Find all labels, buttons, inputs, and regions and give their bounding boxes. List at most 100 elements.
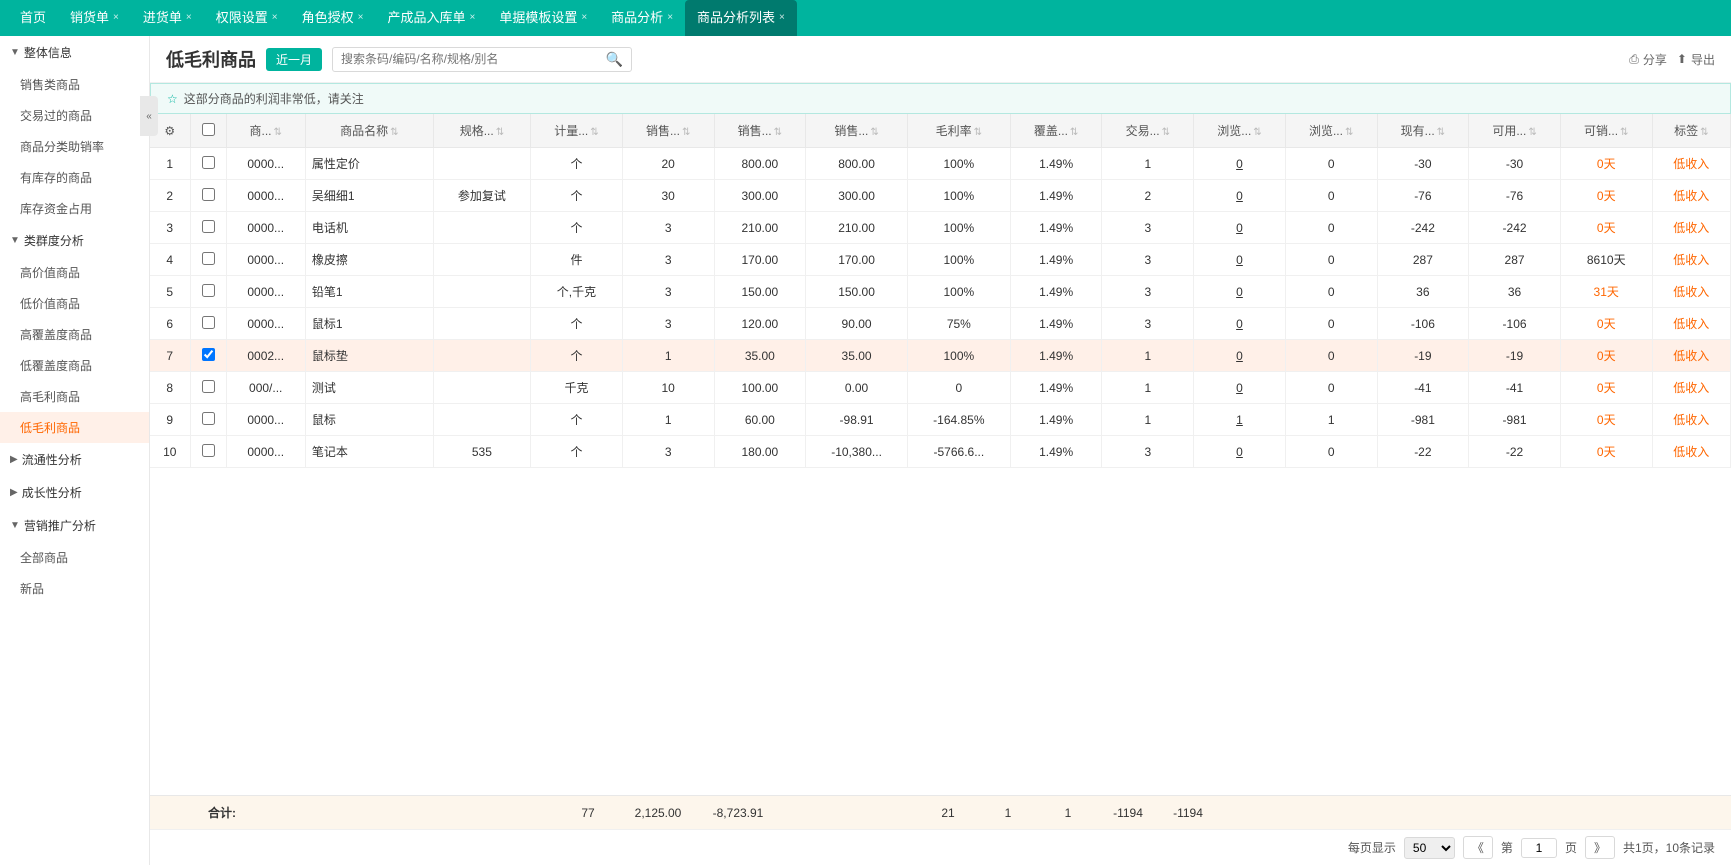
th-spec[interactable]: 规格...⇅ [433,114,530,148]
td-view1[interactable]: 0 [1194,276,1286,308]
notice-icon: ☆ [167,92,178,106]
td-view1[interactable]: 0 [1194,180,1286,212]
sidebar-section-growth[interactable]: ▶ 成长性分析 [0,476,149,509]
td-checkbox[interactable] [190,148,226,180]
th-coverage[interactable]: 覆盖...⇅ [1010,114,1102,148]
table-row: 6 0000... 鼠标1 个 3 120.00 90.00 75% 1.49%… [150,308,1731,340]
th-saleable[interactable]: 可销...⇅ [1560,114,1652,148]
sidebar-item-stock-capital[interactable]: 库存资金占用 [0,193,149,224]
nav-item-product-analysis-list[interactable]: 商品分析列表 × [685,0,797,36]
nav-item-role[interactable]: 角色授权 × [290,0,376,36]
th-current[interactable]: 现有...⇅ [1377,114,1469,148]
next-page-button[interactable]: 》 [1585,836,1615,859]
sidebar-section-cluster[interactable]: ▼ 类群度分析 [0,224,149,257]
td-gross-rate: 100% [907,180,1010,212]
export-button[interactable]: ⬆ 导出 [1677,51,1715,68]
sidebar-item-category-rate[interactable]: 商品分类助销率 [0,131,149,162]
td-gross-rate: 100% [907,212,1010,244]
td-checkbox[interactable] [190,340,226,372]
nav-item-home[interactable]: 首页 [8,0,58,36]
td-checkbox[interactable] [190,404,226,436]
select-all-checkbox[interactable] [202,123,215,136]
nav-item-finished[interactable]: 产成品入库单 × [375,0,487,36]
td-no: 2 [150,180,190,212]
sidebar-item-high-value[interactable]: 高价值商品 [0,257,149,288]
nav-item-sales[interactable]: 销货单 × [58,0,131,36]
td-view1[interactable]: 0 [1194,308,1286,340]
search-input[interactable] [341,52,606,66]
sidebar-collapse-button[interactable]: « [140,96,158,136]
th-sales-profit[interactable]: 销售...⇅ [806,114,908,148]
nav-item-purchase[interactable]: 进货单 × [131,0,204,36]
per-page-select[interactable]: 50 10 20 100 [1404,837,1455,859]
th-view1[interactable]: 浏览...⇅ [1194,114,1286,148]
th-view2[interactable]: 浏览...⇅ [1285,114,1377,148]
close-icon[interactable]: × [667,0,673,36]
nav-item-product-analysis[interactable]: 商品分析 × [599,0,685,36]
td-sales-profit: 800.00 [806,148,908,180]
th-tag[interactable]: 标签⇅ [1652,114,1730,148]
close-icon[interactable]: × [469,0,475,36]
search-icon[interactable]: 🔍 [606,51,623,68]
sidebar-item-traded-products[interactable]: 交易过的商品 [0,100,149,131]
sidebar-item-low-coverage[interactable]: 低覆盖度商品 [0,350,149,381]
td-checkbox[interactable] [190,372,226,404]
close-icon[interactable]: × [358,0,364,36]
td-checkbox[interactable] [190,212,226,244]
td-checkbox[interactable] [190,244,226,276]
td-view1[interactable]: 0 [1194,340,1286,372]
th-gross-rate[interactable]: 毛利率⇅ [907,114,1010,148]
td-sales-qty: 10 [622,372,714,404]
sidebar-section-marketing[interactable]: ▼ 营销推广分析 [0,509,149,542]
sidebar-section-overview[interactable]: ▼ 整体信息 [0,36,149,69]
td-view1[interactable]: 0 [1194,372,1286,404]
td-view1[interactable]: 0 [1194,212,1286,244]
td-view2: 0 [1285,244,1377,276]
sidebar-item-new-products[interactable]: 新品 [0,573,149,604]
sidebar-section-flow[interactable]: ▶ 流通性分析 [0,443,149,476]
close-icon[interactable]: × [186,0,192,36]
total-label: 合计: [166,804,242,821]
th-code[interactable]: 商...⇅ [226,114,305,148]
share-button[interactable]: ⎙ 分享 [1629,51,1667,68]
close-icon[interactable]: × [779,0,785,36]
th-sales-amount[interactable]: 销售...⇅ [714,114,806,148]
close-icon[interactable]: × [272,0,278,36]
td-view1[interactable]: 0 [1194,436,1286,468]
prev-page-button[interactable]: 《 [1463,836,1493,859]
sidebar-item-low-margin[interactable]: 低毛利商品 [0,412,149,443]
td-view1[interactable]: 0 [1194,148,1286,180]
close-icon[interactable]: × [113,0,119,36]
td-checkbox[interactable] [190,436,226,468]
td-sales-qty: 3 [622,308,714,340]
page-label2: 页 [1565,839,1577,856]
sidebar-item-stock-products[interactable]: 有库存的商品 [0,162,149,193]
th-name[interactable]: 商品名称⇅ [305,114,433,148]
sidebar-item-high-margin[interactable]: 高毛利商品 [0,381,149,412]
td-name: 电话机 [305,212,433,244]
sidebar-item-low-value[interactable]: 低价值商品 [0,288,149,319]
td-coverage: 1.49% [1010,372,1102,404]
td-view1[interactable]: 0 [1194,244,1286,276]
td-available: -41 [1469,372,1561,404]
sidebar-item-sales-products[interactable]: 销售类商品 [0,69,149,100]
sidebar-item-high-coverage[interactable]: 高覆盖度商品 [0,319,149,350]
td-current: -981 [1377,404,1469,436]
th-unit[interactable]: 计量...⇅ [531,114,623,148]
td-sales-amount: 100.00 [714,372,806,404]
td-tag: 低收入 [1652,276,1730,308]
sidebar-item-all-products[interactable]: 全部商品 [0,542,149,573]
page-number-input[interactable] [1521,838,1557,858]
close-icon[interactable]: × [581,0,587,36]
td-checkbox[interactable] [190,180,226,212]
td-checkbox[interactable] [190,276,226,308]
td-view1[interactable]: 1 [1194,404,1286,436]
filter-period-button[interactable]: 近一月 [266,48,322,71]
th-sales-qty[interactable]: 销售...⇅ [622,114,714,148]
td-coverage: 1.49% [1010,244,1102,276]
td-checkbox[interactable] [190,308,226,340]
nav-item-permission[interactable]: 权限设置 × [204,0,290,36]
th-available[interactable]: 可用...⇅ [1469,114,1561,148]
nav-item-template[interactable]: 单据模板设置 × [487,0,599,36]
th-transaction[interactable]: 交易...⇅ [1102,114,1194,148]
